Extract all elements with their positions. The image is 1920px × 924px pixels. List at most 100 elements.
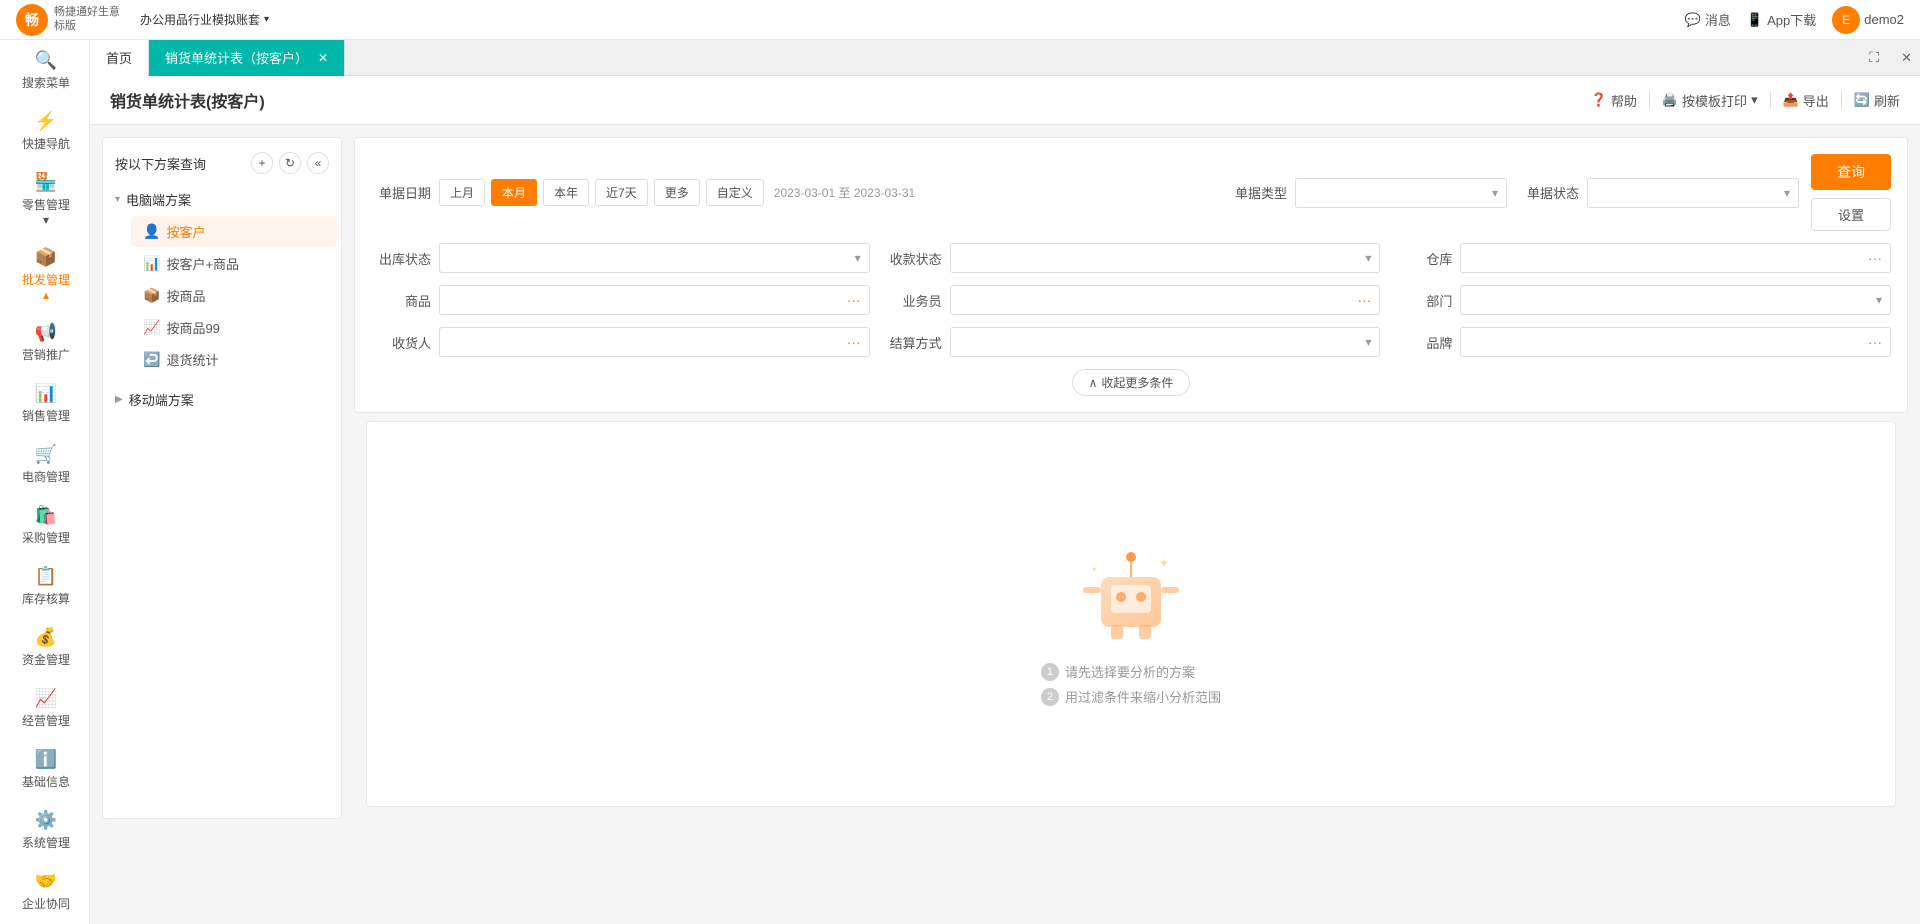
sidebar-item-finance[interactable]: 💰 资金管理	[0, 617, 89, 678]
collapse-row: ∧ 收起更多条件	[371, 369, 1891, 396]
tab-bar: 首页 销货单统计表（按客户） ✕ ⛶ ✕	[90, 40, 1920, 76]
help-btn[interactable]: ❓ 帮助	[1591, 91, 1637, 110]
dept-select[interactable]: ▾	[1460, 285, 1891, 315]
sidebar-item-basic[interactable]: ℹ️ 基础信息	[0, 739, 89, 800]
tab-close-btn[interactable]: ✕	[318, 51, 328, 65]
sidebar-item-ecommerce[interactable]: 🛒 电商管理	[0, 434, 89, 495]
collapse-icon: ∧	[1089, 376, 1098, 390]
filter-doc-status-item: 单据状态 ▾	[1519, 178, 1799, 208]
user-avatar[interactable]: E demo2	[1832, 6, 1904, 34]
topbar-subtitle[interactable]: 办公用品行业模拟账套 ▾	[140, 11, 1665, 28]
doc-status-select[interactable]: ▾	[1587, 178, 1799, 208]
export-icon: 📤	[1783, 92, 1799, 108]
page-content: 销货单统计表(按客户) ❓ 帮助 🖨️ 按模板打印 ▾ 📤	[90, 76, 1920, 924]
receipt-status-select[interactable]: ▾	[950, 243, 1381, 273]
content-bottom: ✦ ✦ 1 请先选择要分析的方案 2 用过滤条件来缩小分析范围	[366, 421, 1896, 807]
scheme-refresh-btn[interactable]: ↻	[279, 152, 301, 174]
receipt-status-arrow: ▾	[1365, 251, 1371, 265]
desktop-group-arrow: ▾	[115, 194, 120, 205]
logo-icon: 畅	[16, 4, 48, 36]
scheme-item-return-stat[interactable]: ↩️ 退货统计	[131, 344, 337, 375]
doc-type-select[interactable]: ▾	[1295, 178, 1507, 208]
query-btn[interactable]: 查询	[1811, 154, 1891, 190]
sidebar-item-system[interactable]: ⚙️ 系统管理	[0, 800, 89, 861]
date-label: 单据日期	[371, 183, 431, 202]
scheme-item-by-goods[interactable]: 📦 按商品	[131, 280, 337, 311]
scheme-add-btn[interactable]: +	[251, 152, 273, 174]
staff-input[interactable]: ···	[950, 285, 1381, 315]
app-download-btn[interactable]: 📱 App下载	[1747, 10, 1816, 29]
out-status-select[interactable]: ▾	[439, 243, 870, 273]
scheme-group-mobile-header[interactable]: ▶ 移动端方案	[103, 384, 341, 415]
date-this-year-btn[interactable]: 本年	[543, 179, 589, 206]
wholesale-icon: 📦	[35, 247, 57, 268]
sidebar-item-retail[interactable]: 🏪 零售管理 ▾	[0, 162, 89, 237]
message-icon: 💬	[1685, 12, 1701, 28]
brand-input[interactable]: ···	[1460, 327, 1891, 357]
date-last-7-btn[interactable]: 近7天	[595, 179, 648, 206]
quicknav-icon: ⚡	[35, 111, 57, 132]
date-custom-btn[interactable]: 自定义	[706, 179, 764, 206]
scheme-group-desktop-header[interactable]: ▾ 电脑端方案	[103, 184, 341, 215]
payment-label: 结算方式	[882, 333, 942, 352]
scheme-item-by-customer[interactable]: 👤 按客户	[131, 216, 337, 247]
collapse-btn[interactable]: ∧ 收起更多条件	[1072, 369, 1191, 396]
staff-label: 业务员	[882, 291, 942, 310]
consignee-dots: ···	[847, 334, 861, 350]
consignee-input[interactable]: ···	[439, 327, 870, 357]
sidebar-item-operations[interactable]: 📈 经营管理	[0, 678, 89, 739]
message-btn[interactable]: 💬 消息	[1685, 10, 1731, 29]
scheme-item-customer-goods[interactable]: 📊 按客户+商品	[131, 248, 337, 279]
sidebar-item-purchase[interactable]: 🛍️ 采购管理	[0, 495, 89, 556]
filter-brand-item: 品牌 ···	[1392, 327, 1891, 357]
tab-maximize-btn[interactable]: ⛶	[1859, 49, 1889, 66]
warehouse-input[interactable]: ···	[1460, 243, 1891, 273]
topbar-actions: 💬 消息 📱 App下载 E demo2	[1685, 6, 1904, 34]
sidebar-item-wholesale[interactable]: 📦 批发管理 ▴	[0, 237, 89, 312]
page-header: 销货单统计表(按客户) ❓ 帮助 🖨️ 按模板打印 ▾ 📤	[90, 76, 1920, 125]
tab-close-window-btn[interactable]: ✕	[1893, 50, 1920, 66]
sidebar-item-marketing[interactable]: 📢 营销推广	[0, 312, 89, 373]
sidebar-item-sales[interactable]: 📊 销售管理	[0, 373, 89, 434]
date-this-month-btn[interactable]: 本月	[491, 179, 537, 206]
divider-3	[1841, 92, 1842, 108]
scheme-collapse-btn[interactable]: «	[307, 152, 329, 174]
refresh-btn[interactable]: 🔄 刷新	[1854, 91, 1900, 110]
export-btn[interactable]: 📤 导出	[1783, 91, 1829, 110]
tab-sales-stat[interactable]: 销货单统计表（按客户） ✕	[149, 40, 345, 76]
search-icon: 🔍	[35, 50, 57, 71]
date-more-btn[interactable]: 更多	[654, 179, 700, 206]
svg-text:✦: ✦	[1159, 556, 1169, 570]
scheme-item-goods-99[interactable]: 📈 按商品99	[131, 312, 337, 343]
customer-goods-icon: 📊	[143, 255, 160, 272]
topbar: 畅 畅捷通好生意 标版 办公用品行业模拟账套 ▾ 💬 消息 📱 App下载 E …	[0, 0, 1920, 40]
empty-tip-1: 1 请先选择要分析的方案	[1041, 662, 1195, 681]
filter-warehouse-item: 仓库 ···	[1392, 243, 1891, 273]
empty-state-illustration: ✦ ✦	[1071, 522, 1191, 642]
avatar: E	[1832, 6, 1860, 34]
sales-icon: 📊	[35, 383, 57, 404]
goods-99-icon: 📈	[143, 319, 160, 336]
filter-row-2: 出库状态 ▾ 收款状态 ▾	[371, 243, 1891, 273]
finance-icon: 💰	[35, 627, 57, 648]
system-icon: ⚙️	[35, 810, 57, 831]
page-actions: ❓ 帮助 🖨️ 按模板打印 ▾ 📤 导出	[1591, 91, 1900, 110]
marketing-icon: 📢	[35, 322, 57, 343]
out-status-label: 出库状态	[371, 249, 431, 268]
scheme-group-mobile: ▶ 移动端方案	[103, 380, 341, 419]
refresh-icon: 🔄	[1854, 92, 1870, 108]
receipt-status-label: 收款状态	[882, 249, 942, 268]
payment-select[interactable]: ▾	[950, 327, 1381, 357]
date-last-month-btn[interactable]: 上月	[439, 179, 485, 206]
tab-home[interactable]: 首页	[90, 40, 149, 76]
goods-input[interactable]: ···	[439, 285, 870, 315]
print-btn[interactable]: 🖨️ 按模板打印 ▾	[1662, 91, 1758, 110]
sidebar-item-enterprise[interactable]: 🤝 企业协同	[0, 861, 89, 922]
filter-goods-item: 商品 ···	[371, 285, 870, 315]
sidebar-item-inventory[interactable]: 📋 库存核算	[0, 556, 89, 617]
sidebar-item-quicknav[interactable]: ⚡ 快捷导航	[0, 101, 89, 162]
filter-date-item: 单据日期 上月 本月 本年 近7天 更多 自定义 2023-03-01 至 20…	[371, 179, 1215, 206]
goods-label: 商品	[371, 291, 431, 310]
settings-btn[interactable]: 设置	[1811, 198, 1891, 231]
sidebar-item-search[interactable]: 🔍 搜索菜单	[0, 40, 89, 101]
